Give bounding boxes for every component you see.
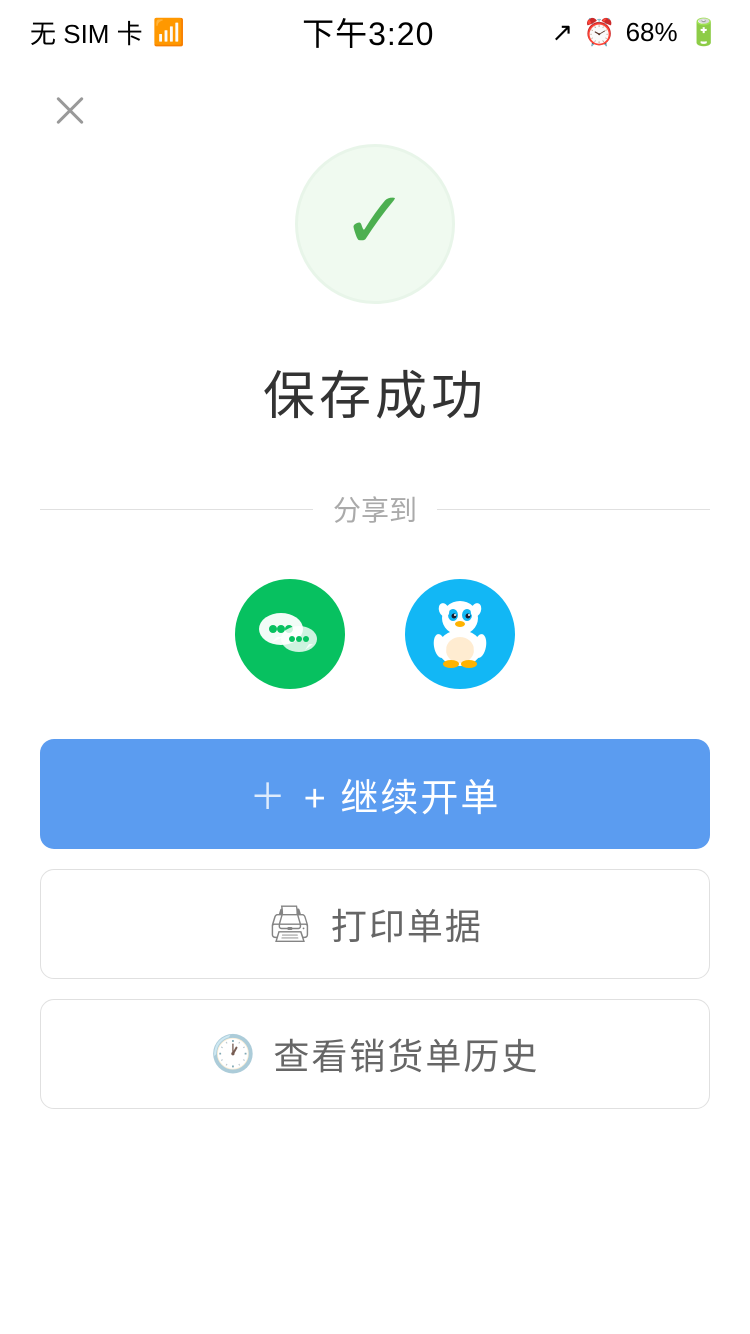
print-button[interactable]: 🖨 打印单据 bbox=[40, 869, 710, 979]
success-circle: ✓ bbox=[295, 144, 455, 304]
close-button[interactable] bbox=[40, 80, 100, 140]
share-label: 分享到 bbox=[333, 489, 417, 529]
printer-icon: 🖨 bbox=[267, 903, 315, 945]
plus-icon: ＋ bbox=[250, 768, 288, 820]
carrier-text: 无 SIM 卡 bbox=[30, 14, 143, 51]
print-label: 打印单据 bbox=[331, 898, 483, 950]
share-qq-button[interactable] bbox=[405, 579, 515, 689]
divider-left bbox=[40, 509, 313, 510]
action-buttons: ＋ + 继续开单 🖨 打印单据 🕐 查看销货单历史 bbox=[40, 739, 710, 1109]
continue-label: + 继续开单 bbox=[304, 767, 501, 822]
success-title: 保存成功 bbox=[263, 354, 487, 429]
status-left: 无 SIM 卡 📶 bbox=[30, 14, 185, 51]
continue-button[interactable]: ＋ + 继续开单 bbox=[40, 739, 710, 849]
divider-right bbox=[437, 509, 710, 510]
share-wechat-button[interactable] bbox=[235, 579, 345, 689]
history-button[interactable]: 🕐 查看销货单历史 bbox=[40, 999, 710, 1109]
time-display: 下午3:20 bbox=[302, 9, 434, 55]
history-icon: 🕐 bbox=[211, 1033, 258, 1075]
share-icons-container bbox=[40, 579, 710, 689]
battery-text: 68% bbox=[626, 17, 678, 48]
share-divider: 分享到 bbox=[40, 489, 710, 529]
wechat-icon bbox=[257, 607, 323, 662]
history-label: 查看销货单历史 bbox=[273, 1028, 539, 1080]
checkmark-icon: ✓ bbox=[341, 181, 408, 261]
wifi-icon: 📶 bbox=[153, 17, 185, 48]
status-right: ↗ ⏰ 68% 🔋 bbox=[551, 17, 720, 48]
location-icon: ↗ bbox=[551, 17, 573, 48]
battery-icon: 🔋 bbox=[688, 17, 720, 48]
qq-icon bbox=[430, 600, 490, 668]
alarm-icon: ⏰ bbox=[583, 17, 615, 48]
main-content: ✓ 保存成功 分享到 bbox=[0, 64, 750, 1109]
status-bar: 无 SIM 卡 📶 下午3:20 ↗ ⏰ 68% 🔋 bbox=[0, 0, 750, 64]
share-section: 分享到 bbox=[0, 489, 750, 689]
